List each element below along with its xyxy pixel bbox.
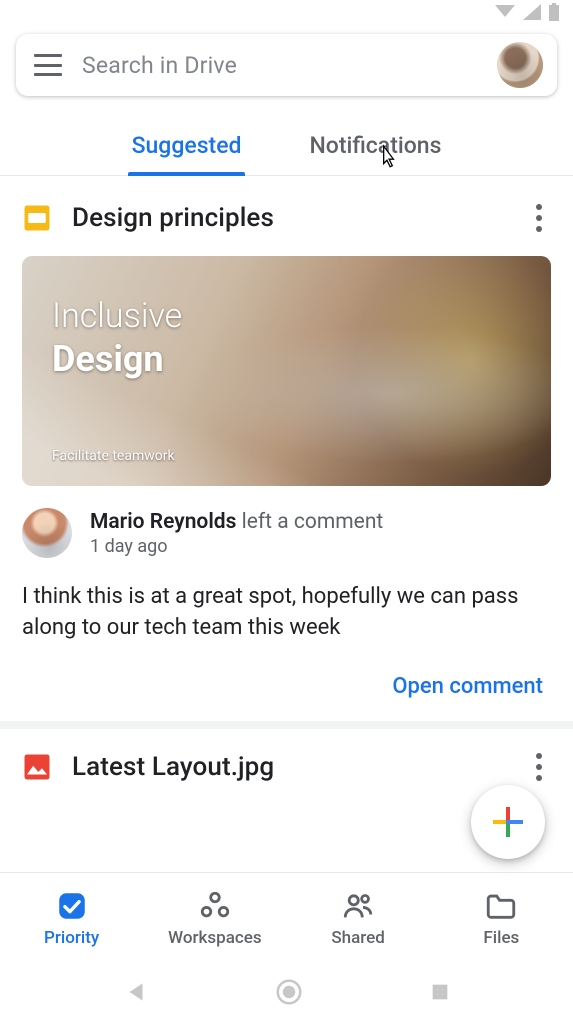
comment-header: Mario Reynolds left a comment 1 day ago — [22, 508, 551, 558]
suggested-card: Design principles Inclusive Design Facil… — [0, 176, 573, 721]
comment-body: I think this is at a great spot, hopeful… — [22, 582, 551, 644]
plus-icon — [491, 805, 525, 839]
battery-icon — [549, 3, 559, 21]
image-file-icon — [22, 752, 52, 782]
account-avatar[interactable] — [497, 42, 543, 88]
tabs: Suggested Notifications — [0, 124, 573, 176]
nav-shared[interactable]: Shared — [287, 873, 430, 964]
commenter-name: Mario Reynolds — [90, 510, 236, 534]
open-comment-button[interactable]: Open comment — [392, 674, 543, 699]
preview-heading-line2: Design — [52, 338, 182, 380]
more-options-button[interactable] — [527, 747, 551, 787]
tab-suggested[interactable]: Suggested — [128, 124, 246, 175]
system-nav-bar — [0, 964, 573, 1024]
bottom-nav: Priority Workspaces Shared — [0, 872, 573, 964]
menu-icon[interactable] — [34, 54, 62, 76]
workspaces-icon — [198, 889, 232, 923]
nav-label: Workspaces — [168, 928, 261, 948]
nav-priority[interactable]: Priority — [0, 873, 143, 964]
suggested-card: Latest Layout.jpg — [0, 729, 573, 801]
wifi-dropdown-icon — [495, 5, 515, 19]
comment-time: 1 day ago — [90, 536, 383, 557]
new-fab[interactable] — [471, 785, 545, 859]
back-button[interactable] — [123, 979, 149, 1009]
nav-label: Files — [483, 928, 519, 948]
slides-icon — [22, 203, 52, 233]
more-options-button[interactable] — [527, 198, 551, 238]
nav-workspaces[interactable]: Workspaces — [143, 873, 286, 964]
preview-subtitle: Facilitate teamwork — [52, 448, 175, 464]
card-title[interactable]: Design principles — [72, 203, 507, 233]
nav-label: Priority — [44, 928, 99, 948]
card-title[interactable]: Latest Layout.jpg — [72, 752, 507, 782]
priority-icon — [55, 889, 89, 923]
nav-files[interactable]: Files — [430, 873, 573, 964]
comment-action: left a comment — [242, 510, 384, 534]
nav-label: Shared — [331, 928, 384, 948]
tab-notifications[interactable]: Notifications — [305, 124, 445, 175]
home-button[interactable] — [274, 977, 304, 1011]
preview-heading-line1: Inclusive — [52, 296, 182, 336]
status-bar — [0, 0, 573, 24]
shared-icon — [341, 889, 375, 923]
recents-button[interactable] — [429, 981, 451, 1007]
section-divider — [0, 721, 573, 729]
signal-icon — [523, 4, 541, 20]
commenter-avatar[interactable] — [22, 508, 72, 558]
files-icon — [484, 889, 518, 923]
search-bar[interactable]: Search in Drive — [16, 34, 557, 96]
search-placeholder[interactable]: Search in Drive — [82, 52, 477, 79]
file-preview[interactable]: Inclusive Design Facilitate teamwork — [22, 256, 551, 486]
